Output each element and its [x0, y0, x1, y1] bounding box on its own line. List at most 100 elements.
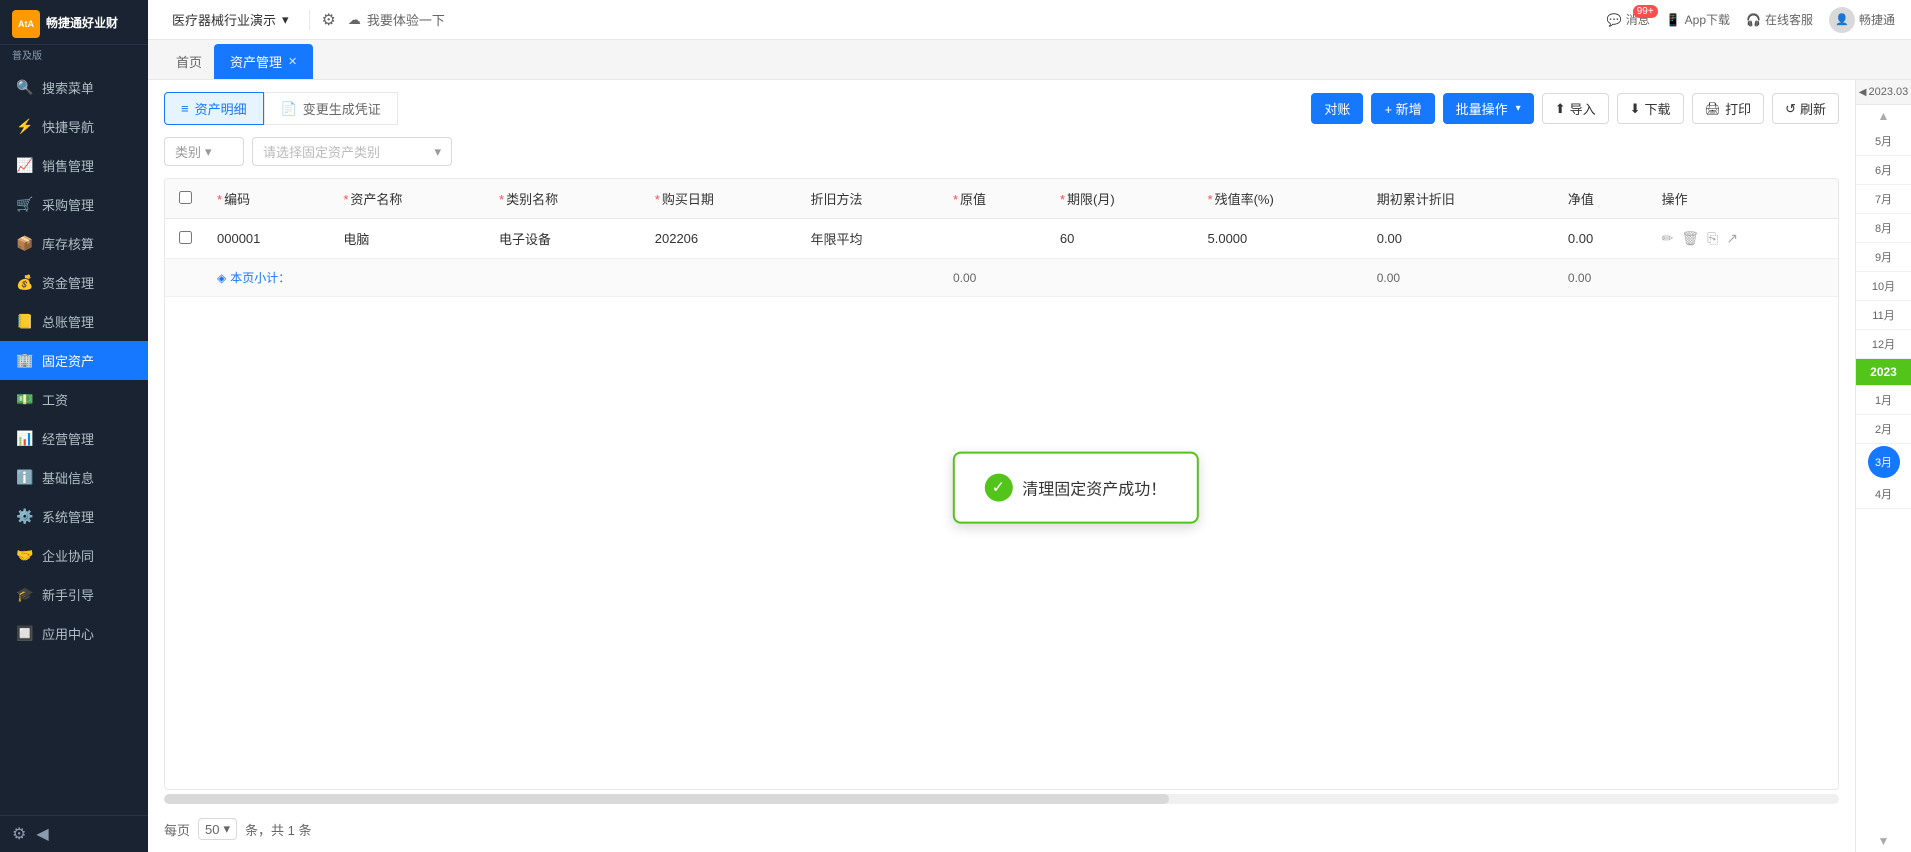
header-right: 💬 消息 99+ 📱 App下载 🎧 在线客服 👤 畅捷通 — [1607, 7, 1895, 33]
cell-purchase-date: 202206 — [643, 219, 799, 259]
nav-label-ledger: 总账管理 — [42, 312, 94, 331]
list-icon: ≡ — [181, 101, 189, 116]
right-panel-header: ◀ 2023.03 — [1856, 80, 1911, 105]
timeline-month[interactable]: 11月 — [1856, 301, 1911, 330]
import-button[interactable]: ⬆ 导入 — [1542, 93, 1609, 124]
collapse-icon[interactable]: ◀ — [36, 824, 48, 844]
experience-button[interactable]: ☁ 我要体验一下 — [348, 10, 445, 29]
timeline-month[interactable]: 1月 — [1856, 386, 1911, 415]
table-header-row: *编码 *资产名称 *类别名称 *购买日期 折旧方法 *原值 *期限(月) *残… — [165, 179, 1838, 219]
chevron-left-icon[interactable]: ◀ — [1859, 87, 1867, 98]
sidebar-item-purchase[interactable]: 🛒 采购管理 — [0, 185, 148, 224]
sidebar-item-guide[interactable]: 🎓 新手引导 — [0, 575, 148, 614]
nav-label-enterprise: 企业协同 — [42, 546, 94, 565]
user-menu[interactable]: 👤 畅捷通 — [1829, 7, 1895, 33]
sidebar-item-funds[interactable]: 💰 资金管理 — [0, 263, 148, 302]
header-period-acc-depreciation: 期初累计折旧 — [1365, 179, 1556, 219]
online-service-btn[interactable]: 🎧 在线客服 — [1746, 11, 1813, 28]
tab-asset-management[interactable]: 资产管理 ✕ — [214, 44, 313, 79]
cell-actions: ✏ 🗑 ⎘ ↗ — [1650, 219, 1838, 259]
new-button[interactable]: + 新增 — [1371, 93, 1434, 124]
timeline-month[interactable]: 3月 — [1868, 446, 1900, 478]
delete-icon[interactable]: 🗑 — [1681, 230, 1699, 247]
tab-close-icon[interactable]: ✕ — [288, 55, 297, 68]
panel-nav-down[interactable]: ▼ — [1856, 830, 1911, 852]
message-icon: 💬 — [1607, 13, 1622, 27]
nav-label-system: 系统管理 — [42, 507, 94, 526]
horizontal-scrollbar[interactable] — [164, 794, 1839, 804]
timeline-month[interactable]: 4月 — [1856, 480, 1911, 509]
copy-icon[interactable]: ⎘ — [1707, 230, 1718, 247]
sidebar-item-sales[interactable]: 📈 销售管理 — [0, 146, 148, 185]
header-original-value: *原值 — [941, 179, 1048, 219]
refresh-button[interactable]: ↺ 刷新 — [1772, 93, 1839, 124]
settings-icon[interactable]: ⚙ — [12, 824, 26, 844]
timeline-year-marker[interactable]: 2023 — [1856, 359, 1911, 386]
import-icon: ⬆ — [1555, 101, 1566, 117]
company-selector[interactable]: 医疗器械行业演示 ▾ — [164, 6, 297, 33]
top-header: 医疗器械行业演示 ▾ ⚙ ☁ 我要体验一下 💬 消息 99+ 📱 App下载 🎧… — [148, 0, 1911, 40]
header-divider — [309, 10, 310, 30]
download-button[interactable]: ⬇ 下载 — [1617, 93, 1684, 124]
reconcile-button[interactable]: 对账 — [1311, 93, 1363, 124]
page-size-arrow: ▾ — [223, 821, 230, 837]
tab-home[interactable]: 首页 — [164, 44, 214, 79]
timeline-month[interactable]: 9月 — [1856, 243, 1911, 272]
cell-residual-rate: 5.0000 — [1196, 219, 1365, 259]
sidebar-item-app-center[interactable]: 🔲 应用中心 — [0, 614, 148, 653]
timeline-month[interactable]: 2月 — [1856, 415, 1911, 444]
logo-text: 畅捷通好业财 — [46, 16, 118, 32]
logo-icon: AtA — [12, 10, 40, 38]
sub-tab-change-voucher[interactable]: 📄 变更生成凭证 — [264, 92, 398, 125]
filter-group: 类别 ▾ 请选择固定资产类别 ▾ — [164, 137, 452, 166]
dropdown-arrow-icon: ▾ — [282, 12, 289, 28]
more-icon[interactable]: ↗ — [1726, 230, 1738, 247]
messages-btn[interactable]: 💬 消息 99+ — [1607, 11, 1650, 28]
edit-icon[interactable]: ✏ — [1662, 230, 1674, 247]
timeline-items: 5月6月7月8月9月10月11月12月20231月2月3月4月 — [1856, 127, 1911, 830]
sub-tab-asset-detail[interactable]: ≡ 资产明细 — [164, 92, 264, 125]
select-all-checkbox[interactable] — [179, 191, 192, 204]
category-filter[interactable]: 类别 ▾ — [164, 137, 244, 166]
header-checkbox-cell — [165, 179, 205, 219]
category-value-filter[interactable]: 请选择固定资产类别 ▾ — [252, 137, 452, 166]
timeline-month[interactable]: 5月 — [1856, 127, 1911, 156]
subtotal-original: 0.00 — [941, 259, 1048, 297]
nav-label-guide: 新手引导 — [42, 585, 94, 604]
sidebar-item-operations[interactable]: 📊 经营管理 — [0, 419, 148, 458]
cell-depreciation-method: 年限平均 — [798, 219, 940, 259]
panel-nav-up[interactable]: ▲ — [1856, 105, 1911, 127]
timeline-month[interactable]: 10月 — [1856, 272, 1911, 301]
timeline-month[interactable]: 8月 — [1856, 214, 1911, 243]
page-content: ≡ 资产明细 📄 变更生成凭证 对账 + 新增 批量操作 ▾ ⬆ — [148, 80, 1911, 852]
header-settings-icon[interactable]: ⚙ — [322, 10, 336, 30]
sidebar-item-inventory[interactable]: 📦 库存核算 — [0, 224, 148, 263]
print-button[interactable]: 🖨 打印 — [1692, 93, 1765, 124]
scrollbar-thumb — [164, 794, 1169, 804]
cell-original-value — [941, 219, 1048, 259]
app-download-btn[interactable]: 📱 App下载 — [1666, 11, 1730, 28]
nav-icon-operations: 📊 — [16, 430, 34, 448]
timeline-month[interactable]: 7月 — [1856, 185, 1911, 214]
sidebar-item-quick-nav[interactable]: ⚡ 快捷导航 — [0, 107, 148, 146]
page-size-selector[interactable]: 50 ▾ — [198, 818, 237, 840]
year-label: 2023.03 — [1868, 86, 1908, 98]
pagination-bar: 每页 50 ▾ 条，共 1 条 — [164, 808, 1839, 840]
sidebar-item-ledger[interactable]: 📒 总账管理 — [0, 302, 148, 341]
sidebar-item-search[interactable]: 🔍 搜索菜单 — [0, 68, 148, 107]
filter-dropdown-icon: ▾ — [205, 144, 212, 160]
row-checkbox-0[interactable] — [179, 231, 192, 244]
sidebar-item-basic-info[interactable]: ℹ️ 基础信息 — [0, 458, 148, 497]
nav-icon-system: ⚙️ — [16, 508, 34, 526]
sidebar-item-payroll[interactable]: 💵 工资 — [0, 380, 148, 419]
subtotal-empty1 — [1048, 259, 1196, 297]
sidebar-item-system[interactable]: ⚙️ 系统管理 — [0, 497, 148, 536]
timeline-month[interactable]: 12月 — [1856, 330, 1911, 359]
sidebar-item-enterprise[interactable]: 🤝 企业协同 — [0, 536, 148, 575]
batch-button[interactable]: 批量操作 ▾ — [1443, 93, 1534, 124]
subtotal-row: ◈ 本页小计： 0.00 0.00 0.00 — [165, 259, 1838, 297]
toast-check-icon: ✓ — [984, 474, 1012, 502]
sidebar-item-fixed-assets[interactable]: 🏢 固定资产 — [0, 341, 148, 380]
header-net-value: 净值 — [1556, 179, 1650, 219]
timeline-month[interactable]: 6月 — [1856, 156, 1911, 185]
